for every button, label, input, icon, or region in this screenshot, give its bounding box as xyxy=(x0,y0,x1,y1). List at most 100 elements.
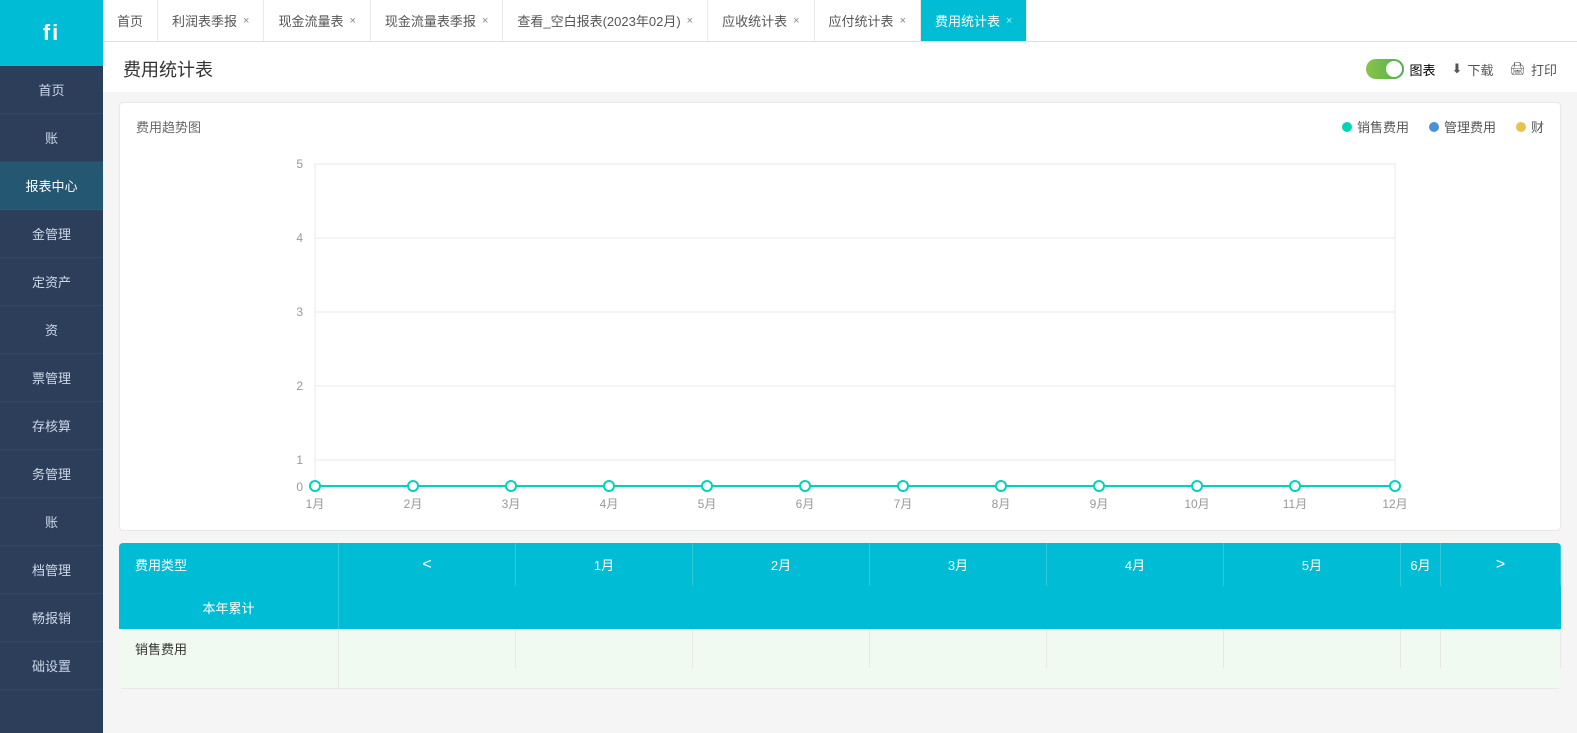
close-icon[interactable]: × xyxy=(243,15,249,27)
legend-label-financial: 财 xyxy=(1531,117,1544,136)
chart-svg-area: 5 4 3 2 1 0 xyxy=(136,146,1544,516)
close-icon[interactable]: × xyxy=(349,15,355,27)
prev-arrow-icon[interactable]: < xyxy=(422,556,431,574)
tab-expense-stats[interactable]: 费用统计表 × xyxy=(921,0,1027,41)
svg-text:6月: 6月 xyxy=(796,497,815,511)
svg-text:5: 5 xyxy=(296,157,303,171)
app-logo: fi xyxy=(0,0,103,66)
svg-text:1月: 1月 xyxy=(306,497,325,511)
cell-month5 xyxy=(1224,629,1401,668)
sidebar-item-archives[interactable]: 档管理 xyxy=(0,546,103,594)
legend-dot-sales xyxy=(1342,122,1352,132)
col-month2: 2月 xyxy=(693,543,870,586)
svg-text:4: 4 xyxy=(296,231,303,245)
close-icon[interactable]: × xyxy=(687,15,693,27)
page-title: 费用统计表 xyxy=(123,56,213,82)
close-icon[interactable]: × xyxy=(482,15,488,27)
legend-dot-financial xyxy=(1516,122,1526,132)
svg-text:5月: 5月 xyxy=(698,497,717,511)
download-button[interactable]: ⬇ 下载 xyxy=(1452,60,1494,79)
sidebar-item-settings[interactable]: 础设置 xyxy=(0,642,103,690)
cell-month4 xyxy=(1047,629,1224,668)
print-button[interactable]: 🖨 打印 xyxy=(1509,60,1557,79)
print-icon: 🖨 xyxy=(1509,61,1526,77)
next-arrow-icon[interactable]: > xyxy=(1496,556,1505,574)
sidebar-item-expense[interactable]: 畅报销 xyxy=(0,594,103,642)
download-icon: ⬇ xyxy=(1452,61,1463,77)
col-month3: 3月 xyxy=(870,543,1047,586)
line-chart: 5 4 3 2 1 0 xyxy=(136,146,1544,516)
tab-home[interactable]: 首页 xyxy=(103,0,158,41)
header-actions: 图表 ⬇ 下载 🖨 打印 xyxy=(1366,59,1557,79)
col-ytd: 本年累计 xyxy=(119,586,339,629)
col-month1: 1月 xyxy=(516,543,693,586)
cell-month1 xyxy=(516,629,693,668)
legend-label-admin: 管理费用 xyxy=(1444,117,1496,136)
chart-toggle-label: 图表 xyxy=(1410,60,1436,79)
svg-text:4月: 4月 xyxy=(600,497,619,511)
col-month5: 5月 xyxy=(1224,543,1401,586)
tab-cashflow[interactable]: 现金流量表 × xyxy=(264,0,370,41)
legend-dot-admin xyxy=(1429,122,1439,132)
cell-month2 xyxy=(693,629,870,668)
tab-blank-report[interactable]: 查看_空白报表(2023年02月) × xyxy=(503,0,708,41)
cell-nav-spacer xyxy=(339,629,516,668)
cell-month6 xyxy=(1401,629,1441,668)
sidebar-item-account[interactable]: 账 xyxy=(0,114,103,162)
expense-table: 费用类型 < 1月 2月 3月 4月 5月 xyxy=(119,543,1561,689)
col-month4: 4月 xyxy=(1047,543,1224,586)
chart-header: 费用趋势图 销售费用 管理费用 财 xyxy=(136,117,1544,136)
close-icon[interactable]: × xyxy=(1006,15,1012,27)
cell-nav-spacer2 xyxy=(1441,629,1561,668)
svg-text:12月: 12月 xyxy=(1382,497,1407,511)
chart-toggle[interactable] xyxy=(1366,59,1404,79)
col-month6: 6月 xyxy=(1401,543,1441,586)
svg-text:9月: 9月 xyxy=(1090,497,1109,511)
svg-text:0: 0 xyxy=(296,480,303,494)
sidebar-item-tickets[interactable]: 票管理 xyxy=(0,354,103,402)
svg-text:7月: 7月 xyxy=(894,497,913,511)
chart-legend: 销售费用 管理费用 财 xyxy=(1342,117,1544,136)
table-row: 销售费用 xyxy=(119,629,1561,689)
tab-receivable[interactable]: 应收统计表 × xyxy=(708,0,814,41)
svg-text:3月: 3月 xyxy=(502,497,521,511)
cell-month3 xyxy=(870,629,1047,668)
legend-sales: 销售费用 xyxy=(1342,117,1409,136)
sidebar-item-home[interactable]: 首页 xyxy=(0,66,103,114)
sidebar-item-assets[interactable]: 定资产 xyxy=(0,258,103,306)
table-header-row: 费用类型 < 1月 2月 3月 4月 5月 xyxy=(119,543,1561,629)
chart-toggle-wrap: 图表 xyxy=(1366,59,1436,79)
tab-cashflow-quarterly[interactable]: 现金流量表季报 × xyxy=(371,0,503,41)
svg-text:2月: 2月 xyxy=(404,497,423,511)
tab-bar: 首页 利润表季报 × 现金流量表 × 现金流量表季报 × 查看_空白报表(202… xyxy=(103,0,1577,42)
legend-financial: 财 xyxy=(1516,117,1544,136)
cell-ytd xyxy=(119,668,339,688)
main-area: 首页 利润表季报 × 现金流量表 × 现金流量表季报 × 查看_空白报表(202… xyxy=(103,0,1577,733)
sidebar-item-inventory[interactable]: 存核算 xyxy=(0,402,103,450)
close-icon[interactable]: × xyxy=(793,15,799,27)
tab-profit-quarterly[interactable]: 利润表季报 × xyxy=(158,0,264,41)
tab-payable[interactable]: 应付统计表 × xyxy=(815,0,921,41)
svg-text:8月: 8月 xyxy=(992,497,1011,511)
legend-admin: 管理费用 xyxy=(1429,117,1496,136)
col-nav-next[interactable]: > xyxy=(1441,543,1561,586)
sidebar-item-capital[interactable]: 资 xyxy=(0,306,103,354)
col-type: 费用类型 xyxy=(119,543,339,586)
cell-type: 销售费用 xyxy=(119,629,339,668)
col-nav-prev[interactable]: < xyxy=(339,543,516,586)
svg-text:11月: 11月 xyxy=(1283,497,1307,511)
close-icon[interactable]: × xyxy=(900,15,906,27)
chart-title: 费用趋势图 xyxy=(136,117,201,136)
sidebar-item-services[interactable]: 务管理 xyxy=(0,450,103,498)
svg-text:10月: 10月 xyxy=(1184,497,1209,511)
content-area: 费用趋势图 销售费用 管理费用 财 xyxy=(103,92,1577,733)
sidebar: fi 首页 账 报表中心 金管理 定资产 资 票管理 存核算 务管理 账 档管理… xyxy=(0,0,103,733)
chart-card: 费用趋势图 销售费用 管理费用 财 xyxy=(119,102,1561,531)
sidebar-item-finance[interactable]: 金管理 xyxy=(0,210,103,258)
sidebar-item-ledger[interactable]: 账 xyxy=(0,498,103,546)
svg-text:3: 3 xyxy=(296,305,303,319)
sidebar-item-reports[interactable]: 报表中心 xyxy=(0,162,103,210)
svg-text:1: 1 xyxy=(296,453,303,467)
svg-text:2: 2 xyxy=(296,379,303,393)
page-header: 费用统计表 图表 ⬇ 下载 🖨 打印 xyxy=(103,42,1577,92)
